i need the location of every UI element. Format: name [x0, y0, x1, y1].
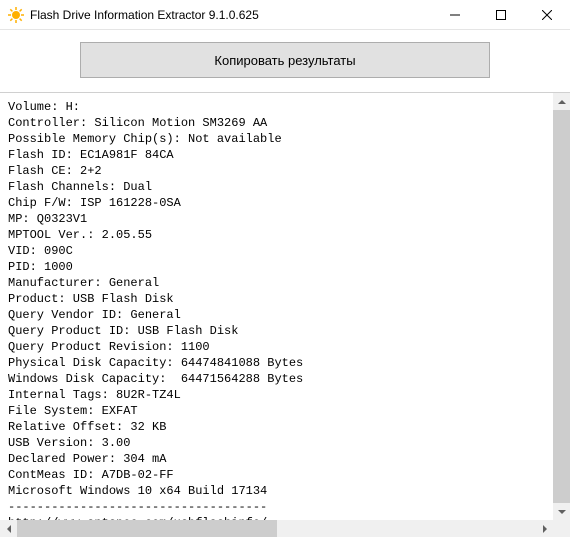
title-bar: Flash Drive Information Extractor 9.1.0.…: [0, 0, 570, 30]
scroll-left-arrow[interactable]: [0, 520, 17, 537]
scroll-right-arrow[interactable]: [536, 520, 553, 537]
copy-results-button[interactable]: Копировать результаты: [80, 42, 490, 78]
vertical-scroll-track[interactable]: [553, 110, 570, 503]
vertical-scroll-thumb[interactable]: [553, 110, 570, 503]
window-title: Flash Drive Information Extractor 9.1.0.…: [30, 8, 259, 22]
scrollbar-corner: [553, 520, 570, 537]
maximize-button[interactable]: [478, 0, 524, 30]
toolbar: Копировать результаты: [0, 30, 570, 93]
horizontal-scrollbar[interactable]: [0, 520, 553, 537]
minimize-button[interactable]: [432, 0, 478, 30]
app-icon: [8, 7, 24, 23]
horizontal-scroll-thumb[interactable]: [17, 520, 277, 537]
output-text[interactable]: Volume: H: Controller: Silicon Motion SM…: [0, 93, 553, 520]
content-area: Volume: H: Controller: Silicon Motion SM…: [0, 93, 570, 537]
vertical-scrollbar[interactable]: [553, 93, 570, 520]
scroll-up-arrow[interactable]: [553, 93, 570, 110]
horizontal-scroll-track[interactable]: [17, 520, 536, 537]
close-button[interactable]: [524, 0, 570, 30]
scroll-down-arrow[interactable]: [553, 503, 570, 520]
